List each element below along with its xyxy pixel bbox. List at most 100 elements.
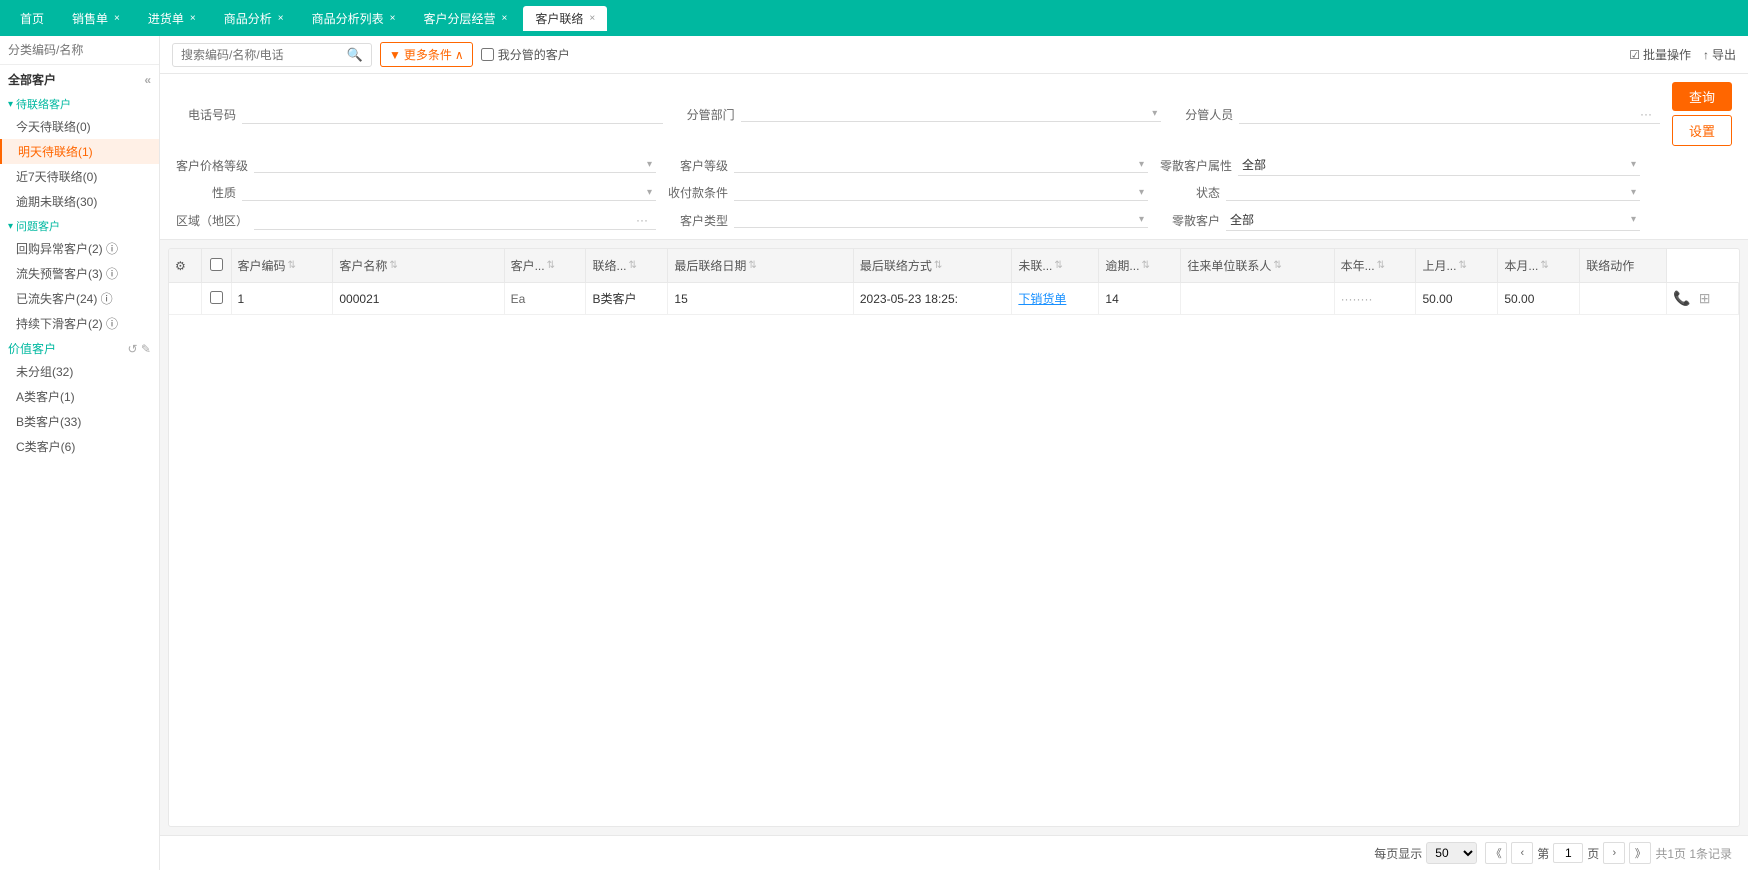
nav-close-contact[interactable]: ×	[589, 13, 595, 24]
region-dots[interactable]: ···	[632, 213, 652, 227]
name-sort-icon[interactable]: ⇅	[389, 260, 397, 271]
filter-payment: 收付款条件 ▾	[668, 184, 1148, 201]
cust-type-arrow: ▾	[1139, 214, 1144, 225]
nav-customer-contact[interactable]: 客户联络 ×	[523, 6, 607, 31]
filter-manager-select[interactable]: ···	[1239, 105, 1660, 124]
select-all-checkbox[interactable]	[210, 258, 223, 271]
col-overdue: 逾期...⇅	[1099, 249, 1181, 283]
nav-sales-order[interactable]: 销售单 ×	[60, 6, 132, 31]
settings-icon[interactable]: ⚙	[175, 259, 186, 273]
sidebar-item-overdue[interactable]: 逾期未联络(30)	[0, 189, 159, 214]
my-customers-checkbox[interactable]	[481, 48, 494, 61]
sidebar-search-input[interactable]	[8, 43, 160, 57]
filter-nature-select[interactable]: ▾	[242, 185, 656, 201]
filter-cust-type-select[interactable]: ▾	[734, 212, 1148, 228]
nav-home[interactable]: 首页	[8, 6, 56, 31]
filter-phone-input[interactable]	[242, 105, 663, 124]
filter-cust-level-select[interactable]: ▾	[734, 157, 1148, 173]
batch-op-btn[interactable]: ☑ 批量操作	[1629, 46, 1691, 63]
sidebar-collapse-icon[interactable]: «	[144, 73, 151, 87]
query-btn[interactable]: 查询	[1672, 82, 1732, 111]
nav-product-analysis[interactable]: 商品分析 ×	[212, 6, 296, 31]
row-checkbox[interactable]	[210, 291, 223, 304]
contact-count-sort-icon[interactable]: ⇅	[629, 260, 637, 271]
sidebar-item-week[interactable]: 近7天待联络(0)	[0, 164, 159, 189]
filter-dept-select[interactable]: ▾	[741, 106, 1162, 122]
manager-dots-icon[interactable]: ···	[1636, 107, 1656, 121]
sidebar-item-a-class[interactable]: A类客户(1)	[0, 384, 159, 409]
sidebar-group-problem[interactable]: 问题客户	[0, 214, 159, 236]
sidebar-group-pending[interactable]: 待联络客户	[0, 92, 159, 114]
nav-product-analysis-list[interactable]: 商品分析列表 ×	[300, 6, 408, 31]
price-level-label: 客户价格等级	[176, 157, 248, 174]
sidebar-item-churned[interactable]: 已流失客户(24) ⓘ	[0, 286, 159, 311]
reset-btn[interactable]: 设置	[1672, 115, 1732, 146]
sidebar-item-b-class[interactable]: B类客户(33)	[0, 409, 159, 434]
sidebar-item-c-class[interactable]: C类客户(6)	[0, 434, 159, 459]
method-link[interactable]: 下销货单	[1018, 292, 1066, 306]
filter-payment-select[interactable]: ▾	[734, 185, 1148, 201]
row-type: B类客户	[586, 283, 668, 315]
nav-close-purchase[interactable]: ×	[190, 13, 196, 24]
sidebar-item-repurchase[interactable]: 回购异常客户(2) ⓘ	[0, 236, 159, 261]
col-type: 客户...⇅	[504, 249, 586, 283]
filter-nature: 性质 ▾	[176, 184, 656, 201]
row-action: 📞 ⊞	[1667, 283, 1739, 315]
filter-region-select[interactable]: ···	[254, 211, 656, 230]
code-sort-icon[interactable]: ⇅	[288, 260, 296, 271]
filter-price-level-select[interactable]: ▾	[254, 157, 656, 173]
row-last-method: 下销货单	[1012, 283, 1099, 315]
no-contact-sort-icon[interactable]: ⇅	[1054, 260, 1062, 271]
this-year-sort-icon[interactable]: ⇅	[1377, 260, 1385, 271]
export-btn[interactable]: ↑ 导出	[1703, 46, 1736, 63]
last-date-sort-icon[interactable]: ⇅	[748, 260, 756, 271]
nav-close-product-analysis[interactable]: ×	[278, 13, 284, 24]
overdue-sort-icon[interactable]: ⇅	[1141, 260, 1149, 271]
col-contact-count: 联络...⇅	[586, 249, 668, 283]
nav-close-product-list[interactable]: ×	[390, 13, 396, 24]
filter-manager-label: 分管人员	[1173, 106, 1233, 123]
last-month-sort-icon[interactable]: ⇅	[1458, 260, 1466, 271]
sidebar-item-tomorrow[interactable]: 明天待联络(1)	[0, 139, 159, 164]
filter-status-select[interactable]: ▾	[1226, 185, 1640, 201]
my-customers-check[interactable]: 我分管的客户	[481, 46, 570, 63]
sidebar-item-churn-warn[interactable]: 流失预警客户(3) ⓘ	[0, 261, 159, 286]
row-this-month	[1580, 283, 1667, 315]
col-this-month: 本月...⇅	[1498, 249, 1580, 283]
sidebar-item-today[interactable]: 今天待联络(0)	[0, 114, 159, 139]
sidebar-group-value[interactable]: 价值客户 ↺ ✎	[0, 336, 159, 359]
sidebar-item-declining[interactable]: 持续下滑客户(2) ⓘ	[0, 311, 159, 336]
main-search-input[interactable]	[181, 48, 343, 62]
filter-retail-attr-select[interactable]: 全部 ▾	[1238, 154, 1640, 176]
nav-purchase-order[interactable]: 进货单 ×	[136, 6, 208, 31]
filter-dept-label: 分管部门	[675, 106, 735, 123]
phone-action-icon[interactable]: 📞	[1673, 290, 1690, 307]
grid-action-icon[interactable]: ⊞	[1699, 290, 1711, 307]
nav-customer-tier[interactable]: 客户分层经营 ×	[411, 6, 519, 31]
per-page-select[interactable]: 50 100 200	[1426, 842, 1477, 864]
per-page-label: 每页显示	[1374, 845, 1422, 862]
page-number-input[interactable]	[1553, 843, 1583, 863]
row-this-year: 50.00	[1416, 283, 1498, 315]
page-unit: 页	[1587, 845, 1599, 862]
sidebar-item-ungrouped[interactable]: 未分组(32)	[0, 359, 159, 384]
this-month-sort-icon[interactable]: ⇅	[1540, 260, 1548, 271]
prev-page-btn[interactable]: ‹	[1511, 842, 1533, 864]
filter-retail-cust-select[interactable]: 全部 ▾	[1226, 209, 1640, 231]
first-page-btn[interactable]: 《	[1485, 842, 1507, 864]
filter-row-4: 区域（地区） ··· 客户类型 ▾ 零散客户 全部	[176, 209, 1732, 231]
filter-buttons: 查询 设置	[1672, 82, 1732, 146]
more-conditions-btn[interactable]: ▼ 更多条件 ∧	[380, 42, 473, 67]
person-sort-icon[interactable]: ⇅	[1273, 260, 1281, 271]
last-page-btn[interactable]: 》	[1629, 842, 1651, 864]
row-name[interactable]: Ea	[504, 283, 586, 315]
pagination-bar: 每页显示 50 100 200 《 ‹ 第 页 › 》 共1页 1条记录	[160, 835, 1748, 870]
type-sort-icon[interactable]: ⇅	[547, 260, 555, 271]
next-page-btn[interactable]: ›	[1603, 842, 1625, 864]
nav-close-tier[interactable]: ×	[501, 13, 507, 24]
nav-close-sales[interactable]: ×	[114, 13, 120, 24]
main-search-icon[interactable]: 🔍	[347, 47, 363, 63]
page-nav: 《 ‹ 第 页 › 》 共1页 1条记录	[1485, 842, 1732, 864]
filter-phone-label: 电话号码	[176, 106, 236, 123]
last-method-sort-icon[interactable]: ⇅	[934, 260, 942, 271]
